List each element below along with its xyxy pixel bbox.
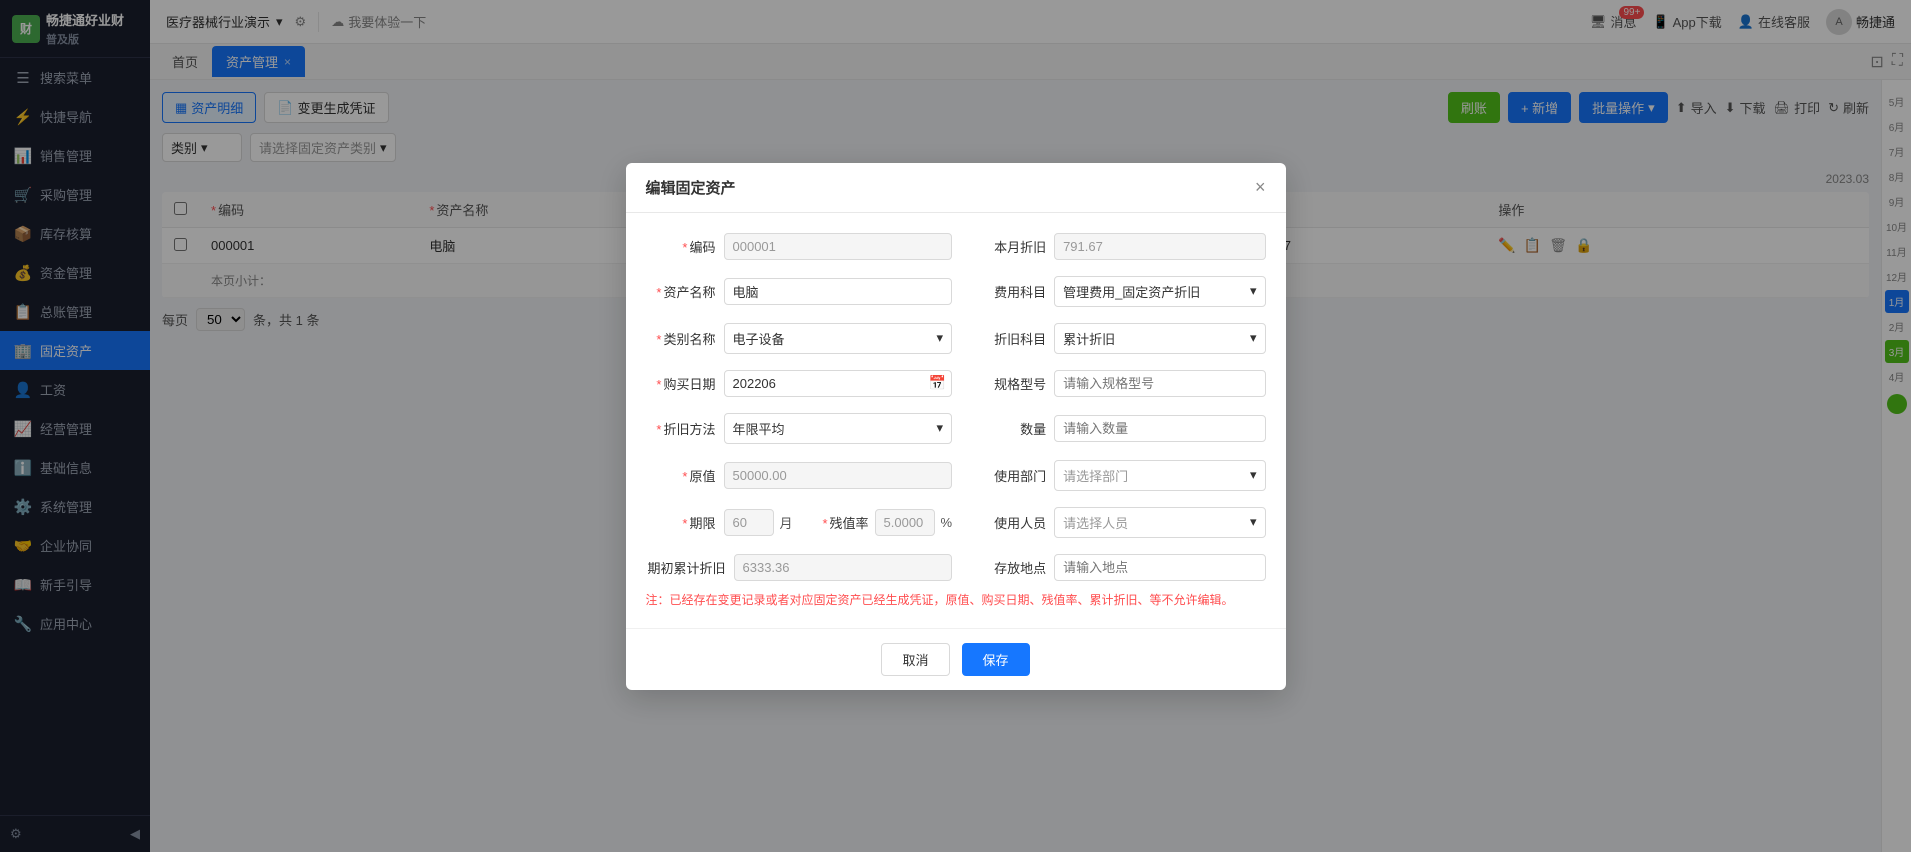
monthly-depreciation-input [1054, 233, 1265, 260]
depreciation-method-select[interactable]: 年限平均 ▾ [724, 413, 953, 444]
field-storage: 存放地点 [976, 554, 1265, 581]
spec-model-input[interactable] [1054, 370, 1265, 397]
period-input[interactable] [724, 509, 774, 536]
category-dropdown-icon: ▾ [937, 330, 944, 346]
field-code: *编码 [646, 233, 953, 260]
period-label: *期限 [646, 513, 716, 532]
code-label: *编码 [646, 237, 716, 256]
residual-rate-unit: % [941, 515, 953, 530]
calendar-icon[interactable]: 📅 [929, 375, 946, 392]
field-initial-depreciation: 期初累计折旧 [646, 554, 953, 581]
modal-header: 编辑固定资产 × [626, 163, 1286, 213]
expense-subject-select[interactable]: 管理费用_固定资产折旧 ▾ [1054, 276, 1265, 307]
field-spec-model: 规格型号 [976, 370, 1265, 397]
modal-footer: 取消 保存 [626, 628, 1286, 690]
department-placeholder: 请选择部门 [1063, 466, 1128, 485]
spec-model-label: 规格型号 [976, 374, 1046, 393]
modal-note: 注：已经存在变更记录或者对应固定资产已经生成凭证，原值、购买日期、残值率、累计折… [646, 591, 1266, 608]
form-grid: *编码 本月折旧 *资产名称 费用科目 [646, 233, 1266, 581]
asset-name-input[interactable] [724, 278, 953, 305]
depreciation-method-value: 年限平均 [733, 419, 785, 438]
cancel-button[interactable]: 取消 [881, 643, 949, 676]
expense-subject-value: 管理费用_固定资产折旧 [1063, 282, 1200, 301]
quantity-input[interactable] [1054, 415, 1265, 442]
field-department: 使用部门 请选择部门 ▾ [976, 460, 1265, 491]
field-person: 使用人员 请选择人员 ▾ [976, 507, 1265, 538]
field-purchase-date: *购买日期 📅 [646, 370, 953, 397]
original-value-input[interactable] [724, 462, 953, 489]
depreciation-subject-label: 折旧科目 [976, 329, 1046, 348]
modal-body: *编码 本月折旧 *资产名称 费用科目 [626, 213, 1286, 628]
quantity-label: 数量 [976, 419, 1046, 438]
category-value: 电子设备 [733, 329, 785, 348]
storage-input[interactable] [1054, 554, 1265, 581]
initial-depreciation-label: 期初累计折旧 [646, 558, 726, 577]
code-input[interactable] [724, 233, 953, 260]
person-placeholder: 请选择人员 [1063, 513, 1128, 532]
modal-overlay: 编辑固定资产 × *编码 本月折旧 [0, 0, 1911, 852]
initial-depreciation-input[interactable] [734, 554, 953, 581]
modal-close-btn[interactable]: × [1255, 177, 1266, 198]
purchase-date-wrapper: 📅 [724, 370, 953, 397]
depreciation-subject-dropdown-icon: ▾ [1250, 330, 1257, 346]
residual-rate-input[interactable] [875, 509, 935, 536]
original-value-label: *原值 [646, 466, 716, 485]
monthly-depreciation-label: 本月折旧 [976, 237, 1046, 256]
person-dropdown-icon: ▾ [1250, 514, 1257, 530]
edit-asset-modal: 编辑固定资产 × *编码 本月折旧 [626, 163, 1286, 690]
residual-rate-label: *残值率 [799, 513, 869, 532]
save-button[interactable]: 保存 [962, 643, 1030, 676]
period-row: 月 *残值率 % [724, 509, 953, 536]
field-depreciation-method: *折旧方法 年限平均 ▾ [646, 413, 953, 444]
field-expense-subject: 费用科目 管理费用_固定资产折旧 ▾ [976, 276, 1265, 307]
depreciation-method-label: *折旧方法 [646, 419, 716, 438]
depreciation-method-dropdown-icon: ▾ [937, 420, 944, 436]
purchase-date-input[interactable] [724, 370, 953, 397]
field-asset-name: *资产名称 [646, 276, 953, 307]
category-label: *类别名称 [646, 329, 716, 348]
asset-name-label: *资产名称 [646, 282, 716, 301]
department-dropdown-icon: ▾ [1250, 467, 1257, 483]
field-monthly-depreciation: 本月折旧 [976, 233, 1265, 260]
field-category: *类别名称 电子设备 ▾ [646, 323, 953, 354]
period-unit: 月 [780, 513, 793, 532]
storage-label: 存放地点 [976, 558, 1046, 577]
expense-subject-label: 费用科目 [976, 282, 1046, 301]
purchase-date-label: *购买日期 [646, 374, 716, 393]
depreciation-subject-value: 累计折旧 [1063, 329, 1115, 348]
field-depreciation-subject: 折旧科目 累计折旧 ▾ [976, 323, 1265, 354]
person-select[interactable]: 请选择人员 ▾ [1054, 507, 1265, 538]
department-label: 使用部门 [976, 466, 1046, 485]
modal-title: 编辑固定资产 [646, 177, 736, 198]
person-label: 使用人员 [976, 513, 1046, 532]
field-period: *期限 月 *残值率 % [646, 507, 953, 538]
department-select[interactable]: 请选择部门 ▾ [1054, 460, 1265, 491]
expense-subject-dropdown-icon: ▾ [1250, 283, 1257, 299]
field-original-value: *原值 [646, 460, 953, 491]
field-quantity: 数量 [976, 413, 1265, 444]
category-select[interactable]: 电子设备 ▾ [724, 323, 953, 354]
depreciation-subject-select[interactable]: 累计折旧 ▾ [1054, 323, 1265, 354]
